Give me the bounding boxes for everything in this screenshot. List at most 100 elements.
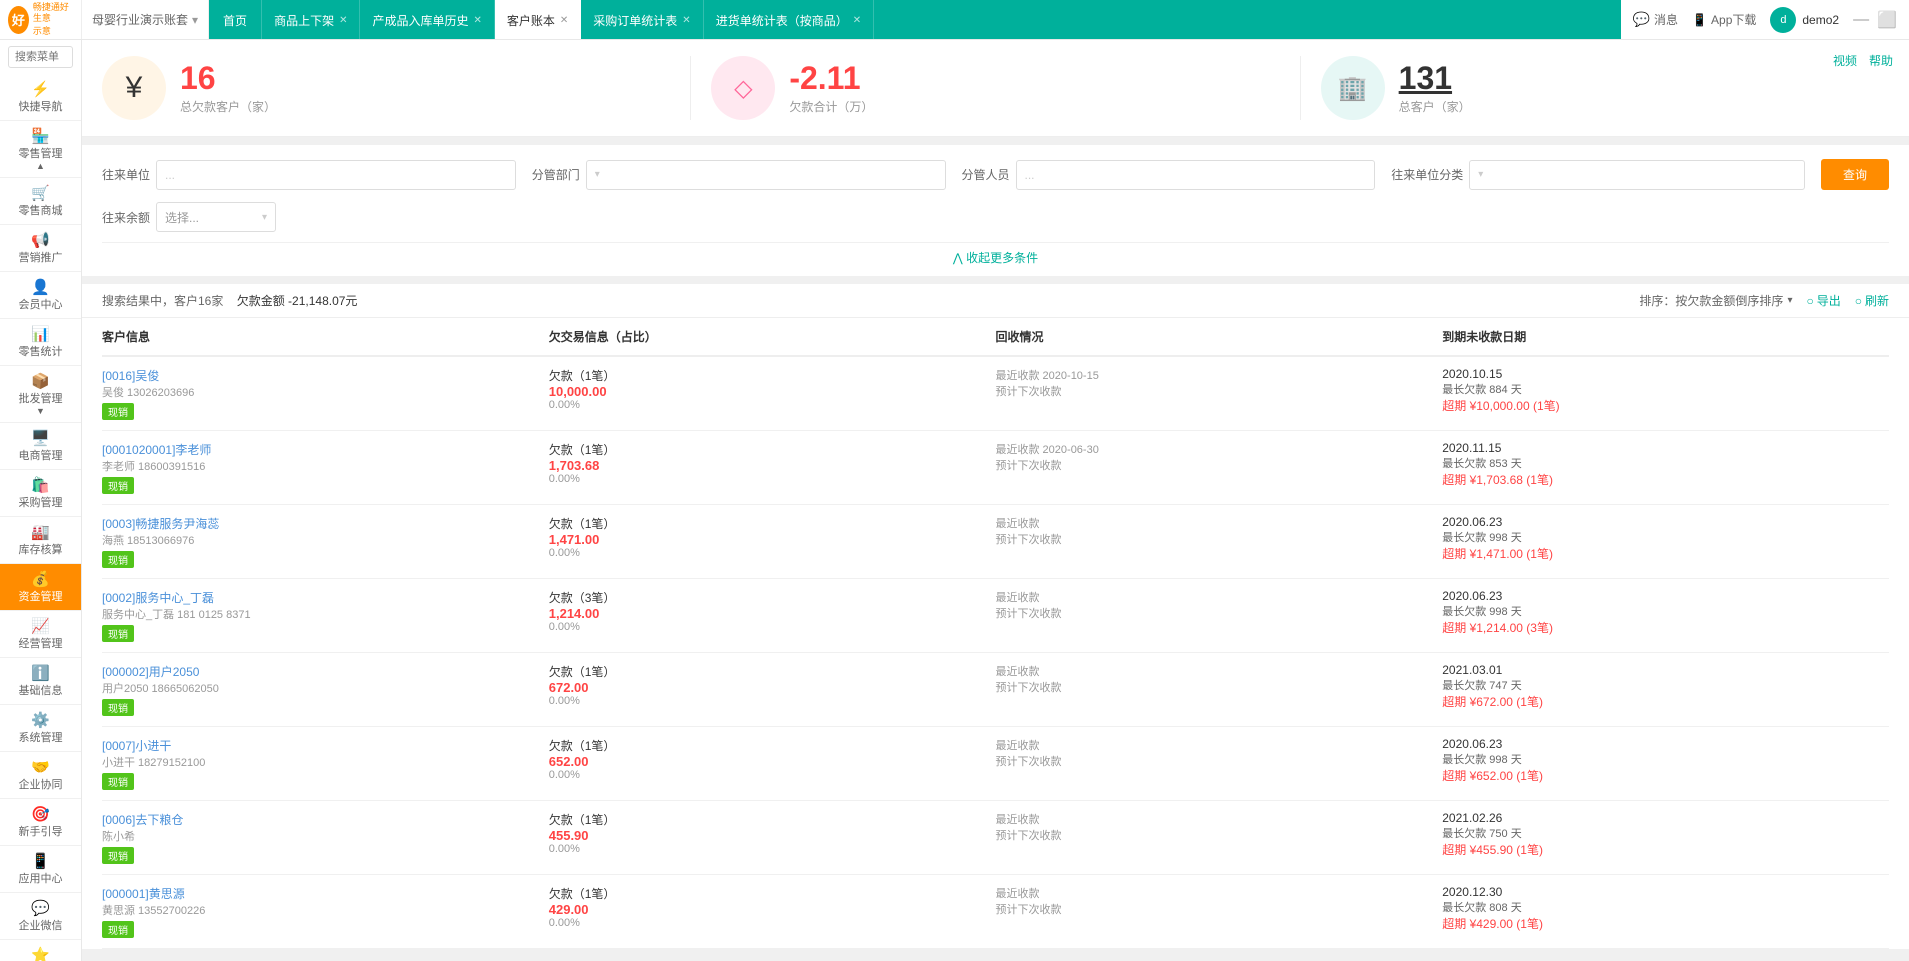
sidebar-item-retail-stats[interactable]: 📊 零售统计	[0, 319, 81, 366]
dept-select[interactable]: ▾	[586, 160, 946, 190]
sidebar: ⚡ 快捷导航 🏪 零售管理 ▲ 🛒 零售商城 📢 营销推广 👤 会员中心 📊 零…	[0, 40, 82, 961]
person-input[interactable]: ...	[1016, 160, 1376, 190]
recovery-5: 最近收款 预计下次收款	[996, 737, 1443, 769]
balance-filter: 往来余额 选择... ▾	[102, 202, 276, 232]
collapse-icon: ⋀	[953, 251, 966, 265]
minimize-btn[interactable]: —	[1853, 11, 1869, 29]
customer-name-4[interactable]: [000002]用户2050	[102, 663, 549, 680]
maximize-btn[interactable]: ⬜	[1877, 10, 1897, 30]
customer-name-0[interactable]: [0016]吴俊	[102, 367, 549, 384]
customer-info-1: [0001020001]李老师 李老师 18600391516 现销	[102, 441, 549, 494]
sidebar-item-system[interactable]: ⚙️ 系统管理	[0, 705, 81, 752]
customer-info-7: [000001]黄思源 黄思源 13552700226 现销	[102, 885, 549, 938]
customer-name-2[interactable]: [0003]畅捷服务尹海蕊	[102, 515, 549, 532]
customer-name-3[interactable]: [0002]服务中心_丁磊	[102, 589, 549, 606]
suite-name[interactable]: 母婴行业演示账套 ▾	[82, 0, 209, 39]
customer-info-5: [0007]小进干 小进干 18279152100 现销	[102, 737, 549, 790]
user-profile[interactable]: d demo2	[1770, 7, 1839, 33]
sidebar-item-enterprise-wechat[interactable]: 💬 企业微信	[0, 893, 81, 940]
col-header-customer: 客户信息	[102, 328, 549, 345]
customer-name-5[interactable]: [0007]小进干	[102, 737, 549, 754]
search-button[interactable]: 查询	[1821, 159, 1889, 190]
refresh-btn[interactable]: ○ 刷新	[1855, 292, 1889, 309]
debt-customers-label: 总欠款客户（家）	[180, 98, 276, 115]
table-header: 客户信息 欠交易信息（占比） 回收情况 到期未收款日期	[102, 318, 1889, 357]
sidebar-item-finance[interactable]: 💰 资金管理	[0, 564, 81, 611]
total-customers-value: 131	[1399, 62, 1471, 94]
due-date-3: 2020.06.23 最长欠款 998 天 超期 ¥1,214.00 (3笔)	[1442, 589, 1889, 636]
export-icon: ○	[1806, 294, 1813, 308]
category-filter: 往来单位分类 ▾	[1391, 160, 1805, 190]
sidebar-item-quick-nav[interactable]: ⚡ 快捷导航	[0, 74, 81, 121]
vendor-label: 往来单位	[102, 166, 150, 183]
recovery-2: 最近收款 预计下次收款	[996, 515, 1443, 547]
sidebar-item-app-center[interactable]: 📱 应用中心	[0, 846, 81, 893]
table-row: [0001020001]李老师 李老师 18600391516 现销 欠款（1笔…	[102, 431, 1889, 505]
tab-home[interactable]: 首页	[209, 0, 262, 39]
search-input[interactable]	[8, 46, 73, 68]
message-btn[interactable]: 💬 消息	[1633, 11, 1678, 28]
collapse-btn[interactable]: ⋀ 收起更多条件	[102, 242, 1889, 272]
dept-label: 分管部门	[532, 166, 580, 183]
debt-count-0: 欠款（1笔）	[549, 367, 996, 384]
customer-name-7[interactable]: [000001]黄思源	[102, 885, 549, 902]
app-download-btn[interactable]: 📱 App下载	[1692, 11, 1756, 28]
sidebar-item-retail-mgmt[interactable]: 🏪 零售管理 ▲	[0, 121, 81, 178]
tab-close-purchase[interactable]: ✕	[682, 15, 690, 26]
customer-info-0: [0016]吴俊 吴俊 13026203696 现销	[102, 367, 549, 420]
col-header-recovery: 回收情况	[996, 328, 1443, 345]
tab-production-history[interactable]: 产成品入库单历史 ✕	[360, 0, 494, 39]
tab-close-production[interactable]: ✕	[473, 15, 481, 26]
balance-select[interactable]: 选择... ▾	[156, 202, 276, 232]
sidebar-item-ecommerce[interactable]: 🖥️ 电商管理	[0, 423, 81, 470]
tab-purchase-order[interactable]: 采购订单统计表 ✕	[581, 0, 703, 39]
sidebar-item-operations[interactable]: 📈 经营管理	[0, 611, 81, 658]
tab-close-products[interactable]: ✕	[339, 15, 347, 26]
tab-close-incoming[interactable]: ✕	[853, 15, 861, 26]
summary-cards: ¥ 16 总欠款客户（家） ◇ -2.11 欠款合计（万） 🏢 131	[82, 40, 1909, 137]
sidebar-item-retail-mall[interactable]: 🛒 零售商城	[0, 178, 81, 225]
last-collect-0: 最近收款 2020-10-15	[996, 367, 1443, 383]
recovery-0: 最近收款 2020-10-15 预计下次收款	[996, 367, 1443, 399]
customer-name-6[interactable]: [0006]去下粮仓	[102, 811, 549, 828]
username: demo2	[1802, 13, 1839, 27]
customer-name-1[interactable]: [0001020001]李老师	[102, 441, 549, 458]
sidebar-item-member-pro[interactable]: ⭐ 畅会员	[0, 940, 81, 961]
debt-ratio-0: 0.00%	[549, 399, 996, 411]
app-logo: 好	[8, 6, 29, 34]
due-date-5: 2020.06.23 最长欠款 998 天 超期 ¥652.00 (1笔)	[1442, 737, 1889, 784]
debt-info-3: 欠款（3笔） 1,214.00 0.00%	[549, 589, 996, 633]
sidebar-item-batch-mgmt[interactable]: 📦 批发管理 ▼	[0, 366, 81, 423]
sidebar-item-basic-info[interactable]: ℹ️ 基础信息	[0, 658, 81, 705]
help-link[interactable]: 帮助	[1869, 52, 1893, 69]
export-btn[interactable]: ○ 导出	[1806, 292, 1840, 309]
debt-amount-label: 欠款合计（万）	[789, 98, 873, 115]
sidebar-item-inventory[interactable]: 🏭 库存核算	[0, 517, 81, 564]
table-row: [000002]用户2050 用户2050 18665062050 现销 欠款（…	[102, 653, 1889, 727]
person-filter: 分管人员 ...	[962, 160, 1376, 190]
sidebar-item-purchase[interactable]: 🛍️ 采购管理	[0, 470, 81, 517]
sidebar-item-member[interactable]: 👤 会员中心	[0, 272, 81, 319]
tab-bar: 首页 商品上下架 ✕ 产成品入库单历史 ✕ 客户账本 ✕ 采购订单统计表 ✕ 进…	[209, 0, 1621, 39]
col-header-due-date: 到期未收款日期	[1442, 328, 1889, 345]
tab-products-off[interactable]: 商品上下架 ✕	[262, 0, 360, 39]
customer-info-2: [0003]畅捷服务尹海蕊 海燕 18513066976 现销	[102, 515, 549, 568]
vendor-input[interactable]: ...	[156, 160, 516, 190]
tab-customer-accounts[interactable]: 客户账本 ✕	[495, 0, 581, 39]
person-label: 分管人员	[962, 166, 1010, 183]
tab-incoming-stats[interactable]: 进货单统计表（按商品） ✕	[704, 0, 874, 39]
results-actions: 排序：按欠款金额倒序排序 ▾ ○ 导出 ○ 刷新	[1639, 292, 1889, 309]
debt-info-0: 欠款（1笔） 10,000.00 0.00%	[549, 367, 996, 411]
sort-control[interactable]: 排序：按欠款金额倒序排序 ▾	[1639, 292, 1792, 309]
summary-icon-building: 🏢	[1321, 56, 1385, 120]
avatar: d	[1770, 7, 1796, 33]
category-select[interactable]: ▾	[1469, 160, 1805, 190]
tab-close-customer[interactable]: ✕	[560, 15, 568, 26]
sidebar-item-marketing[interactable]: 📢 营销推广	[0, 225, 81, 272]
video-link[interactable]: 视频	[1833, 52, 1857, 69]
results-amount: 欠款金额 -21,148.07元	[237, 294, 358, 308]
sidebar-item-newbie[interactable]: 🎯 新手引导	[0, 799, 81, 846]
sidebar-item-enterprise-collab[interactable]: 🤝 企业协同	[0, 752, 81, 799]
sidebar-search-area	[0, 40, 81, 74]
overdue-0: 超期 ¥10,000.00 (1笔)	[1442, 397, 1889, 414]
